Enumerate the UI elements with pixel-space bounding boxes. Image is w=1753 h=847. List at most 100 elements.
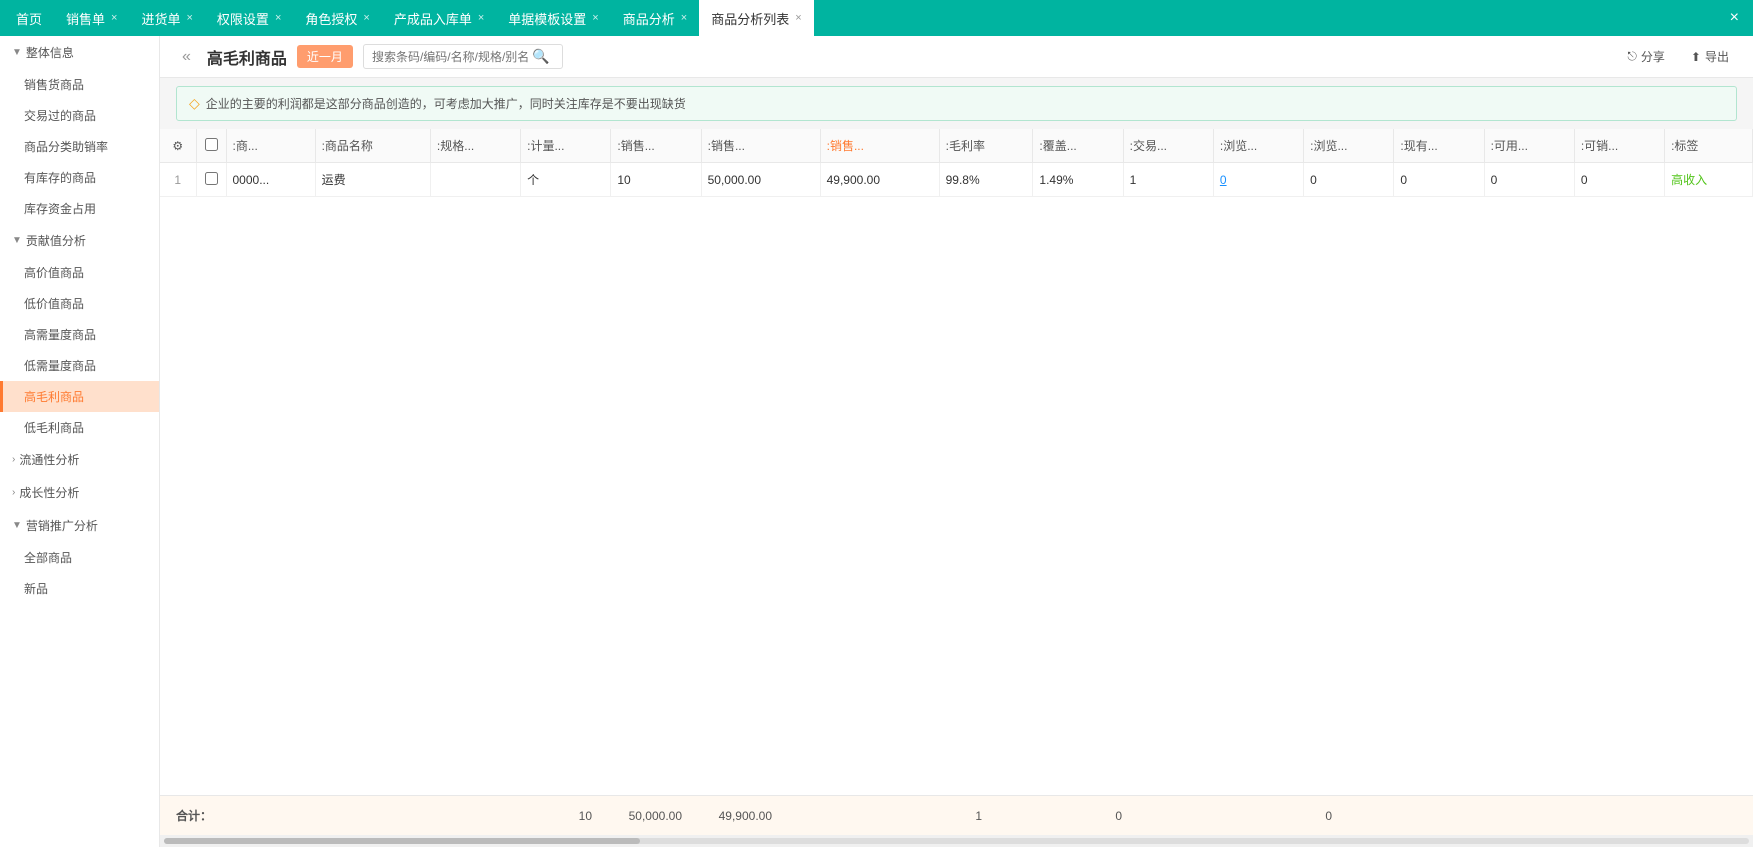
col-trade-count[interactable]: :交易... [1123,129,1213,163]
sidebar-item-new-goods[interactable]: 新品 [0,573,159,604]
horizontal-scrollbar[interactable] [160,835,1753,847]
export-icon: ⬆ [1691,50,1701,64]
cell-coverage: 1.49% [1033,163,1123,197]
cell-margin-rate: 99.8% [939,163,1033,197]
col-tag[interactable]: :标签 [1665,129,1753,163]
sidebar-section-marketing[interactable]: ▼ 营销推广分析 [0,509,159,542]
col-unit[interactable]: :计量... [521,129,611,163]
sidebar-item-high-freq[interactable]: 高需量度商品 [0,319,159,350]
sidebar-item-low-freq[interactable]: 低需量度商品 [0,350,159,381]
scrollbar-thumb[interactable] [164,838,640,844]
sidebar-section-finance[interactable]: ▼ 贡献值分析 [0,224,159,257]
footer-bar: 合计： 10 50,000.00 49,900.00 1 0 0 [160,795,1753,835]
sidebar-section-overall[interactable]: ▼ 整体信息 [0,36,159,69]
col-margin-rate[interactable]: :毛利率 [939,129,1033,163]
content-area: « 高毛利商品 近一月 🔍 ⎋ 分享 ⬆ 导出 ◇ 企业的主要的利润都是这部分商… [160,36,1753,847]
tab-role-permission[interactable]: 角色授权 × [293,0,381,36]
sidebar-section-growth[interactable]: › 成长性分析 [0,476,159,509]
cell-browse1[interactable]: 0 [1213,163,1303,197]
export-button[interactable]: ⬆ 导出 [1683,44,1737,69]
scrollbar-track[interactable] [164,838,1749,844]
cell-tag: 高收入 [1665,163,1753,197]
footer-sales-profit: 49,900.00 [688,809,778,823]
footer-browse1-spacer [988,809,1058,823]
col-browse2[interactable]: :浏览... [1304,129,1394,163]
data-table: ⚙ :商... :商品名称 :规格... :计量... :销售... :销售..… [160,129,1753,197]
footer-available-spacer [1198,809,1268,823]
main-layout: ▼ 整体信息 销售货商品 交易过的商品 商品分类助销率 有库存的商品 库存资金占… [0,36,1753,847]
row-checkbox[interactable] [196,163,226,197]
col-spec[interactable]: :规格... [430,129,520,163]
footer-browse2: 0 [1058,809,1128,823]
col-coverage[interactable]: :覆盖... [1033,129,1123,163]
footer-spacer-3 [298,809,368,823]
cell-code: 0000... [226,163,315,197]
col-sales-profit[interactable]: :销售... [820,129,939,163]
tab-purchase[interactable]: 进货单 × [129,0,204,36]
cell-sales-profit: 49,900.00 [820,163,939,197]
close-tab-purchase[interactable]: × [186,12,192,24]
arrow-icon: › [12,487,15,498]
col-code[interactable]: :商... [226,129,315,163]
tab-sales[interactable]: 销售单 × [54,0,129,36]
share-button[interactable]: ⎋ 分享 [1619,44,1673,69]
filter-period-button[interactable]: 近一月 [297,45,353,68]
col-sales-qty[interactable]: :销售... [611,129,701,163]
search-box: 🔍 [363,44,563,69]
data-table-wrapper[interactable]: ⚙ :商... :商品名称 :规格... :计量... :销售... :销售..… [160,129,1753,795]
col-checkbox[interactable] [196,129,226,163]
col-current-stock[interactable]: :现有... [1394,129,1484,163]
col-name[interactable]: :商品名称 [315,129,430,163]
info-banner: ◇ 企业的主要的利润都是这部分商品创造的，可考虑加大推广，同时关注库存是不要出现… [176,86,1737,121]
arrow-icon: ▼ [12,235,22,246]
sidebar-section-flow[interactable]: › 流通性分析 [0,443,159,476]
arrow-icon: › [12,454,15,465]
info-text: 企业的主要的利润都是这部分商品创造的，可考虑加大推广，同时关注库存是不要出现缺货 [206,95,686,112]
collapse-sidebar-button[interactable]: « [176,46,197,68]
close-tab-permission-set[interactable]: × [275,12,281,24]
sidebar-item-all-goods[interactable]: 全部商品 [0,542,159,573]
search-input[interactable] [372,50,532,64]
footer-current-stock-spacer [1128,809,1198,823]
select-all-checkbox[interactable] [205,138,218,151]
cell-available: 0 [1484,163,1574,197]
sidebar-item-traded-goods[interactable]: 交易过的商品 [0,100,159,131]
top-navigation: 首页 销售单 × 进货单 × 权限设置 × 角色授权 × 产成品入库单 × 单据… [0,0,1753,36]
footer-margin-rate-spacer [778,809,848,823]
col-available[interactable]: :可用... [1484,129,1574,163]
close-tab-role-permission[interactable]: × [363,12,369,24]
window-close-button[interactable]: × [1720,9,1749,27]
close-tab-product-import[interactable]: × [478,12,484,24]
sidebar-item-category-assist[interactable]: 商品分类助销率 [0,131,159,162]
footer-sales-amount: 50,000.00 [598,809,688,823]
search-icon[interactable]: 🔍 [532,48,549,65]
sidebar-item-high-margin[interactable]: 高毛利商品 [0,381,159,412]
sidebar-item-high-value[interactable]: 高价值商品 [0,257,159,288]
footer-label: 合计： [176,807,212,824]
sidebar-item-sales-goods[interactable]: 销售货商品 [0,69,159,100]
arrow-icon: ▼ [12,47,22,58]
sidebar-item-inventory-goods[interactable]: 有库存的商品 [0,162,159,193]
cell-name: 运费 [315,163,430,197]
col-sales-amount[interactable]: :销售... [701,129,820,163]
footer-sales-qty: 10 [538,809,598,823]
sidebar-item-low-margin[interactable]: 低毛利商品 [0,412,159,443]
cell-sales-amount: 50,000.00 [701,163,820,197]
footer-values: 10 50,000.00 49,900.00 1 0 0 [232,809,1338,823]
close-tab-product-analysis-list[interactable]: × [795,12,801,24]
close-tab-template[interactable]: × [592,12,598,24]
tab-permission-set[interactable]: 权限设置 × [205,0,293,36]
tab-template[interactable]: 单据模板设置 × [496,0,610,36]
tab-home[interactable]: 首页 [4,0,54,36]
tab-product-import[interactable]: 产成品入库单 × [382,0,496,36]
sidebar-item-inventory-ratio[interactable]: 库存资金占用 [0,193,159,224]
tab-product-analysis-list[interactable]: 商品分析列表 × [699,0,813,36]
close-tab-sales[interactable]: × [111,12,117,24]
col-settings[interactable]: ⚙ [160,129,196,163]
col-browse1[interactable]: :浏览... [1213,129,1303,163]
sidebar-item-low-value[interactable]: 低价值商品 [0,288,159,319]
tab-product-analysis[interactable]: 商品分析 × [611,0,699,36]
close-tab-product-analysis[interactable]: × [681,12,687,24]
col-sellable[interactable]: :可销... [1574,129,1664,163]
sidebar: ▼ 整体信息 销售货商品 交易过的商品 商品分类助销率 有库存的商品 库存资金占… [0,36,160,847]
